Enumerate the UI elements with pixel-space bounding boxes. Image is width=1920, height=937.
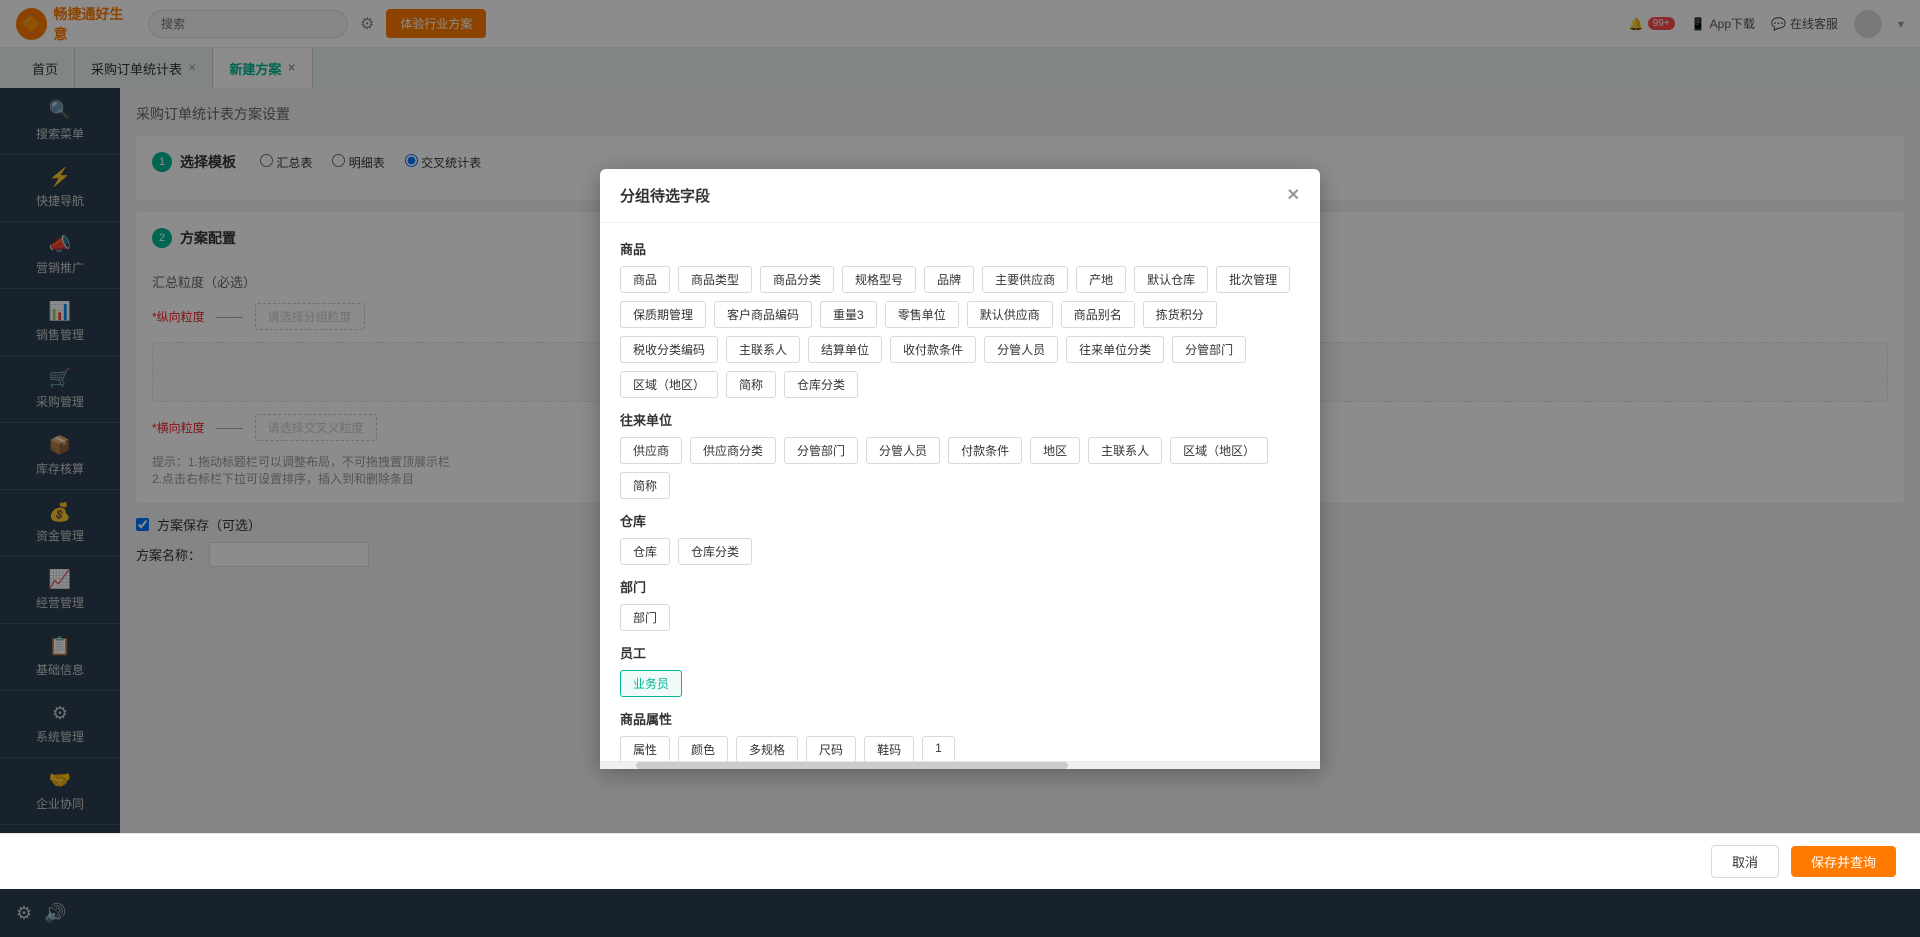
field-main-contact[interactable]: 主联系人: [1088, 437, 1162, 464]
field-supplier-category[interactable]: 供应商分类: [690, 437, 776, 464]
section-product-attr-title: 商品属性: [620, 709, 1300, 728]
modal-hscroll: [600, 761, 1320, 768]
field-size[interactable]: 尺码: [806, 736, 856, 762]
field-area[interactable]: 地区: [1030, 437, 1080, 464]
modal-footer: 取消 保存并查询: [0, 833, 1920, 889]
field-product-category[interactable]: 商品分类: [760, 266, 834, 293]
field-shoe-size[interactable]: 鞋码: [864, 736, 914, 762]
field-weight[interactable]: 重量3: [820, 301, 877, 328]
modal-overlay: 分组待选字段 ✕ 商品 商品 商品类型 商品分类 规格型号 品牌 主要供应商 产…: [0, 0, 1920, 937]
section-product-attr-fields: 属性 颜色 多规格 尺码 鞋码 1: [620, 736, 1300, 762]
field-select-modal: 分组待选字段 ✕ 商品 商品 商品类型 商品分类 规格型号 品牌 主要供应商 产…: [600, 169, 1320, 769]
field-color[interactable]: 颜色: [678, 736, 728, 762]
field-partner-dept[interactable]: 分管部门: [784, 437, 858, 464]
field-contact[interactable]: 主联系人: [726, 336, 800, 363]
field-partner-category[interactable]: 往来单位分类: [1066, 336, 1164, 363]
field-product-alias[interactable]: 商品别名: [1061, 301, 1135, 328]
cancel-button[interactable]: 取消: [1711, 845, 1779, 878]
field-supplier[interactable]: 供应商: [620, 437, 682, 464]
modal-header: 分组待选字段 ✕: [600, 169, 1320, 223]
field-multi-spec[interactable]: 多规格: [736, 736, 798, 762]
section-warehouse-title: 仓库: [620, 511, 1300, 530]
field-settlement-unit[interactable]: 结算单位: [808, 336, 882, 363]
field-salesperson[interactable]: 业务员: [620, 670, 682, 697]
field-tax-code[interactable]: 税收分类编码: [620, 336, 718, 363]
field-origin[interactable]: 产地: [1076, 266, 1126, 293]
modal-close-btn[interactable]: ✕: [1287, 185, 1300, 205]
field-department[interactable]: 部门: [620, 604, 670, 631]
section-product-title: 商品: [620, 239, 1300, 258]
field-main-supplier[interactable]: 主要供应商: [982, 266, 1068, 293]
field-short-name[interactable]: 简称: [726, 371, 776, 398]
field-partner-manager[interactable]: 分管人员: [866, 437, 940, 464]
field-product-type[interactable]: 商品类型: [678, 266, 752, 293]
field-manager[interactable]: 分管人员: [984, 336, 1058, 363]
field-partner-region[interactable]: 区域（地区）: [1170, 437, 1268, 464]
modal-title: 分组待选字段: [620, 185, 710, 206]
field-customer-code[interactable]: 客户商品编码: [714, 301, 812, 328]
field-default-warehouse[interactable]: 默认仓库: [1134, 266, 1208, 293]
field-retail-unit[interactable]: 零售单位: [885, 301, 959, 328]
confirm-button[interactable]: 保存并查询: [1791, 846, 1896, 877]
field-warehouse[interactable]: 仓库: [620, 538, 670, 565]
modal-body: 商品 商品 商品类型 商品分类 规格型号 品牌 主要供应商 产地 默认仓库 批次…: [600, 223, 1320, 762]
field-default-supplier[interactable]: 默认供应商: [967, 301, 1053, 328]
field-brand[interactable]: 品牌: [924, 266, 974, 293]
field-shelf-life[interactable]: 保质期管理: [620, 301, 706, 328]
field-warehouse-cat[interactable]: 仓库分类: [784, 371, 858, 398]
field-spec-model[interactable]: 规格型号: [842, 266, 916, 293]
field-partner-shortname[interactable]: 简称: [620, 472, 670, 499]
field-num-1[interactable]: 1: [922, 736, 955, 762]
field-payment-terms[interactable]: 收付款条件: [890, 336, 976, 363]
section-product-fields: 商品 商品类型 商品分类 规格型号 品牌 主要供应商 产地 默认仓库 批次管理 …: [620, 266, 1300, 398]
modal-hscroll-thumb: [636, 762, 1068, 768]
field-pick-points[interactable]: 拣货积分: [1143, 301, 1217, 328]
section-dept-fields: 部门: [620, 604, 1300, 631]
field-region[interactable]: 区域（地区）: [620, 371, 718, 398]
field-batch-mgmt[interactable]: 批次管理: [1216, 266, 1290, 293]
section-partner-title: 往来单位: [620, 410, 1300, 429]
field-payment-cond[interactable]: 付款条件: [948, 437, 1022, 464]
section-warehouse-fields: 仓库 仓库分类: [620, 538, 1300, 565]
section-partner-fields: 供应商 供应商分类 分管部门 分管人员 付款条件 地区 主联系人 区域（地区） …: [620, 437, 1300, 499]
section-employee-title: 员工: [620, 643, 1300, 662]
field-product[interactable]: 商品: [620, 266, 670, 293]
section-employee-fields: 业务员: [620, 670, 1300, 697]
section-dept-title: 部门: [620, 577, 1300, 596]
field-warehouse-category[interactable]: 仓库分类: [678, 538, 752, 565]
field-dept[interactable]: 分管部门: [1172, 336, 1246, 363]
field-attr[interactable]: 属性: [620, 736, 670, 762]
